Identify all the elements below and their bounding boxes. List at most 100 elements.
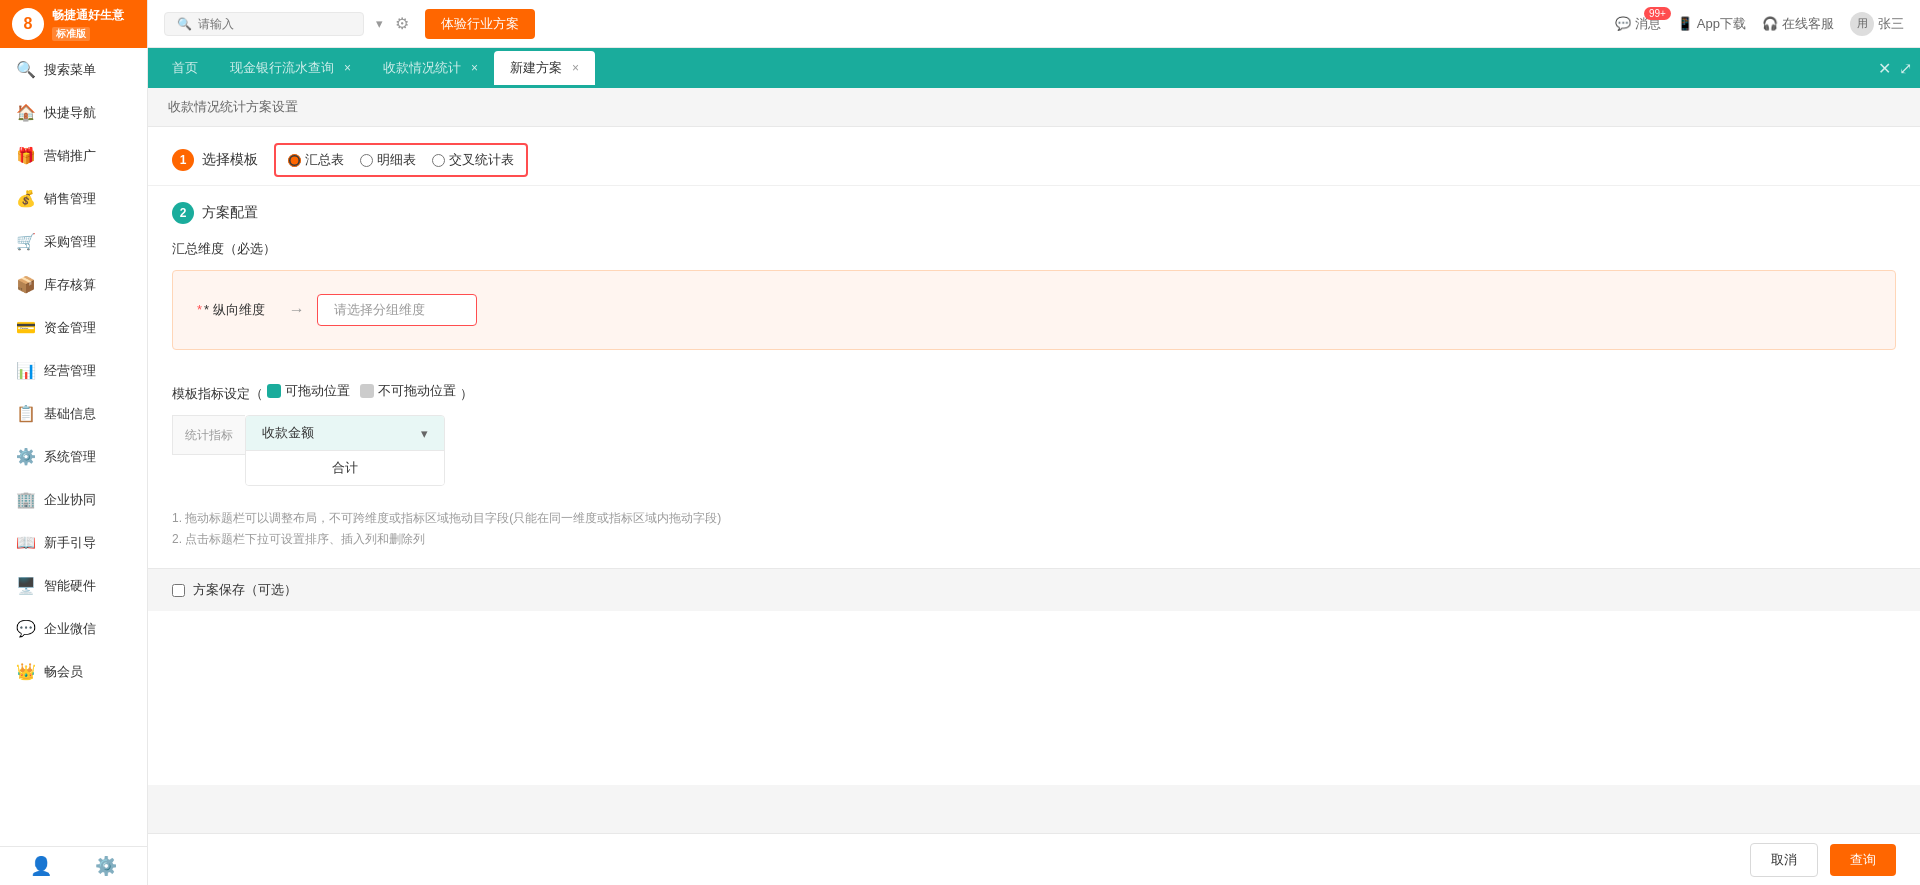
- sidebar-item-quick-nav[interactable]: 🏠 快捷导航: [0, 91, 147, 134]
- tab-close-all-icon[interactable]: ✕: [1878, 59, 1891, 78]
- sidebar-item-system[interactable]: ⚙️ 系统管理: [0, 435, 147, 478]
- cancel-button[interactable]: 取消: [1750, 843, 1818, 877]
- online-service-button[interactable]: 🎧 在线客服: [1762, 15, 1834, 33]
- metrics-col-header[interactable]: 收款金额 ▾: [246, 416, 444, 450]
- tab-maximize-icon[interactable]: ⤢: [1899, 59, 1912, 78]
- draggable-dot: [267, 384, 281, 398]
- search-input[interactable]: [198, 17, 338, 31]
- tab-close-collection-stat[interactable]: ×: [471, 61, 478, 75]
- step2-num: 2: [172, 202, 194, 224]
- tab-close-new-plan[interactable]: ×: [572, 61, 579, 75]
- metrics-table-header: 收款金额 ▾: [246, 416, 444, 451]
- tip-1: 1. 拖动标题栏可以调整布局，不可跨维度或指标区域拖动目字段(只能在同一维度或指…: [172, 510, 1896, 527]
- search-icon: 🔍: [16, 60, 36, 79]
- tab-collection-stat[interactable]: 收款情况统计 ×: [367, 51, 494, 85]
- book-icon: 📖: [16, 533, 36, 552]
- building-icon: 🏢: [16, 490, 36, 509]
- main-content: 🔍 ▾ ⚙ 体验行业方案 💬 消息 99+ 📱 App下载 🎧 在线客服 用 张…: [148, 0, 1920, 885]
- logo-icon: 8: [12, 8, 44, 40]
- trial-button[interactable]: 体验行业方案: [425, 9, 535, 39]
- message-button[interactable]: 💬 消息 99+: [1615, 15, 1661, 33]
- step1-section: 1 选择模板 汇总表 明细表 交叉统计表: [148, 127, 1920, 185]
- dimension-area: ** 纵向维度 → 请选择分组维度: [172, 270, 1896, 350]
- sidebar-item-enterprise[interactable]: 🏢 企业协同: [0, 478, 147, 521]
- non-draggable-badge: 不可拖动位置: [360, 382, 456, 400]
- clipboard-icon: 📋: [16, 404, 36, 423]
- metrics-table-area: 统计指标 收款金额 ▾ 合计: [172, 415, 1896, 486]
- query-button[interactable]: 查询: [1830, 844, 1896, 876]
- content-area: 收款情况统计方案设置 1 选择模板 汇总表 明细表: [148, 88, 1920, 833]
- app-download-button[interactable]: 📱 App下载: [1677, 15, 1746, 33]
- dim-row-label: ** 纵向维度: [197, 301, 265, 319]
- sidebar-item-weixin[interactable]: 💬 企业微信: [0, 607, 147, 650]
- radio-cross[interactable]: 交叉统计表: [432, 151, 514, 169]
- avatar: 用: [1850, 12, 1874, 36]
- gear-icon[interactable]: ⚙: [395, 14, 409, 33]
- sidebar: 8 畅捷通好生意 标准版 🔍 搜索菜单 🏠 快捷导航 🎁 营销推广 💰 销售管理…: [0, 0, 148, 885]
- metrics-category-label: 统计指标: [172, 415, 245, 455]
- step1-label: 选择模板: [202, 151, 258, 169]
- message-icon: 💬: [1615, 16, 1631, 31]
- dim-section-title: 汇总维度（必选）: [172, 240, 1896, 258]
- sidebar-item-sales[interactable]: 💰 销售管理: [0, 177, 147, 220]
- save-label: 方案保存（可选）: [193, 581, 297, 599]
- step1-num: 1: [172, 149, 194, 171]
- tab-home[interactable]: 首页: [156, 51, 214, 85]
- metrics-table: 收款金额 ▾ 合计: [245, 415, 445, 486]
- tab-close-bank-flow[interactable]: ×: [344, 61, 351, 75]
- search-icon: 🔍: [177, 17, 192, 31]
- chevron-down-icon[interactable]: ▾: [421, 426, 428, 441]
- sidebar-item-guide[interactable]: 📖 新手引导: [0, 521, 147, 564]
- gift-icon: 🎁: [16, 146, 36, 165]
- save-section: 方案保存（可选）: [148, 568, 1920, 611]
- dropdown-arrow-icon[interactable]: ▾: [376, 16, 383, 31]
- tip-2: 2. 点击标题栏下拉可设置排序、插入列和删除列: [172, 531, 1896, 548]
- content-inner: 收款情况统计方案设置 1 选择模板 汇总表 明细表: [148, 88, 1920, 785]
- header-search-box[interactable]: 🔍: [164, 12, 364, 36]
- save-checkbox[interactable]: [172, 584, 185, 597]
- sidebar-logo: 8 畅捷通好生意 标准版: [0, 0, 147, 48]
- radio-detail[interactable]: 明细表: [360, 151, 416, 169]
- step2-section: 2 方案配置 汇总维度（必选） ** 纵向维度 → 请选择分组维度: [148, 185, 1920, 366]
- logo-char: 8: [24, 15, 33, 33]
- sidebar-item-search[interactable]: 🔍 搜索菜单: [0, 48, 147, 91]
- dim-select-dropdown[interactable]: 请选择分组维度: [317, 294, 477, 326]
- dim-arrow-icon: →: [289, 301, 305, 319]
- sidebar-user-btn[interactable]: 👤: [30, 855, 52, 877]
- metrics-total-cell: 合计: [246, 451, 444, 485]
- cart-icon: 🛒: [16, 232, 36, 251]
- home-icon: 🏠: [16, 103, 36, 122]
- header: 🔍 ▾ ⚙ 体验行业方案 💬 消息 99+ 📱 App下载 🎧 在线客服 用 张…: [148, 0, 1920, 48]
- step2-title: 2 方案配置: [172, 202, 1896, 224]
- sidebar-item-member[interactable]: 👑 畅会员: [0, 650, 147, 693]
- metrics-label-row: 模板指标设定（ 可拖动位置 不可拖动位置 ）: [172, 382, 1896, 403]
- sidebar-item-finance[interactable]: 💳 资金管理: [0, 306, 147, 349]
- metrics-row-labels: 统计指标: [172, 415, 245, 486]
- sidebar-item-marketing[interactable]: 🎁 营销推广: [0, 134, 147, 177]
- chat-icon: 💬: [16, 619, 36, 638]
- message-badge: 99+: [1644, 7, 1671, 20]
- tab-new-plan[interactable]: 新建方案 ×: [494, 51, 595, 85]
- sidebar-item-purchase[interactable]: 🛒 采购管理: [0, 220, 147, 263]
- metrics-section: 模板指标设定（ 可拖动位置 不可拖动位置 ）: [148, 366, 1920, 502]
- crown-icon: 👑: [16, 662, 36, 681]
- sidebar-item-operation[interactable]: 📊 经营管理: [0, 349, 147, 392]
- card-icon: 💳: [16, 318, 36, 337]
- service-icon: 🎧: [1762, 16, 1778, 31]
- draggable-badge: 可拖动位置: [267, 382, 350, 400]
- sidebar-settings-btn[interactable]: ⚙️: [95, 855, 117, 877]
- tab-actions: ✕ ⤢: [1878, 59, 1912, 78]
- tab-bar: 首页 现金银行流水查询 × 收款情况统计 × 新建方案 × ✕ ⤢: [148, 48, 1920, 88]
- sidebar-item-hardware[interactable]: 🖥️ 智能硬件: [0, 564, 147, 607]
- box-icon: 📦: [16, 275, 36, 294]
- template-options-box: 汇总表 明细表 交叉统计表: [274, 143, 528, 177]
- download-icon: 📱: [1677, 16, 1693, 31]
- sidebar-item-inventory[interactable]: 📦 库存核算: [0, 263, 147, 306]
- settings-icon: ⚙️: [95, 855, 117, 877]
- radio-summary[interactable]: 汇总表: [288, 151, 344, 169]
- chart-icon: 📊: [16, 361, 36, 380]
- user-profile[interactable]: 用 张三: [1850, 12, 1904, 36]
- sidebar-item-basic[interactable]: 📋 基础信息: [0, 392, 147, 435]
- tab-bank-flow[interactable]: 现金银行流水查询 ×: [214, 51, 367, 85]
- non-draggable-dot: [360, 384, 374, 398]
